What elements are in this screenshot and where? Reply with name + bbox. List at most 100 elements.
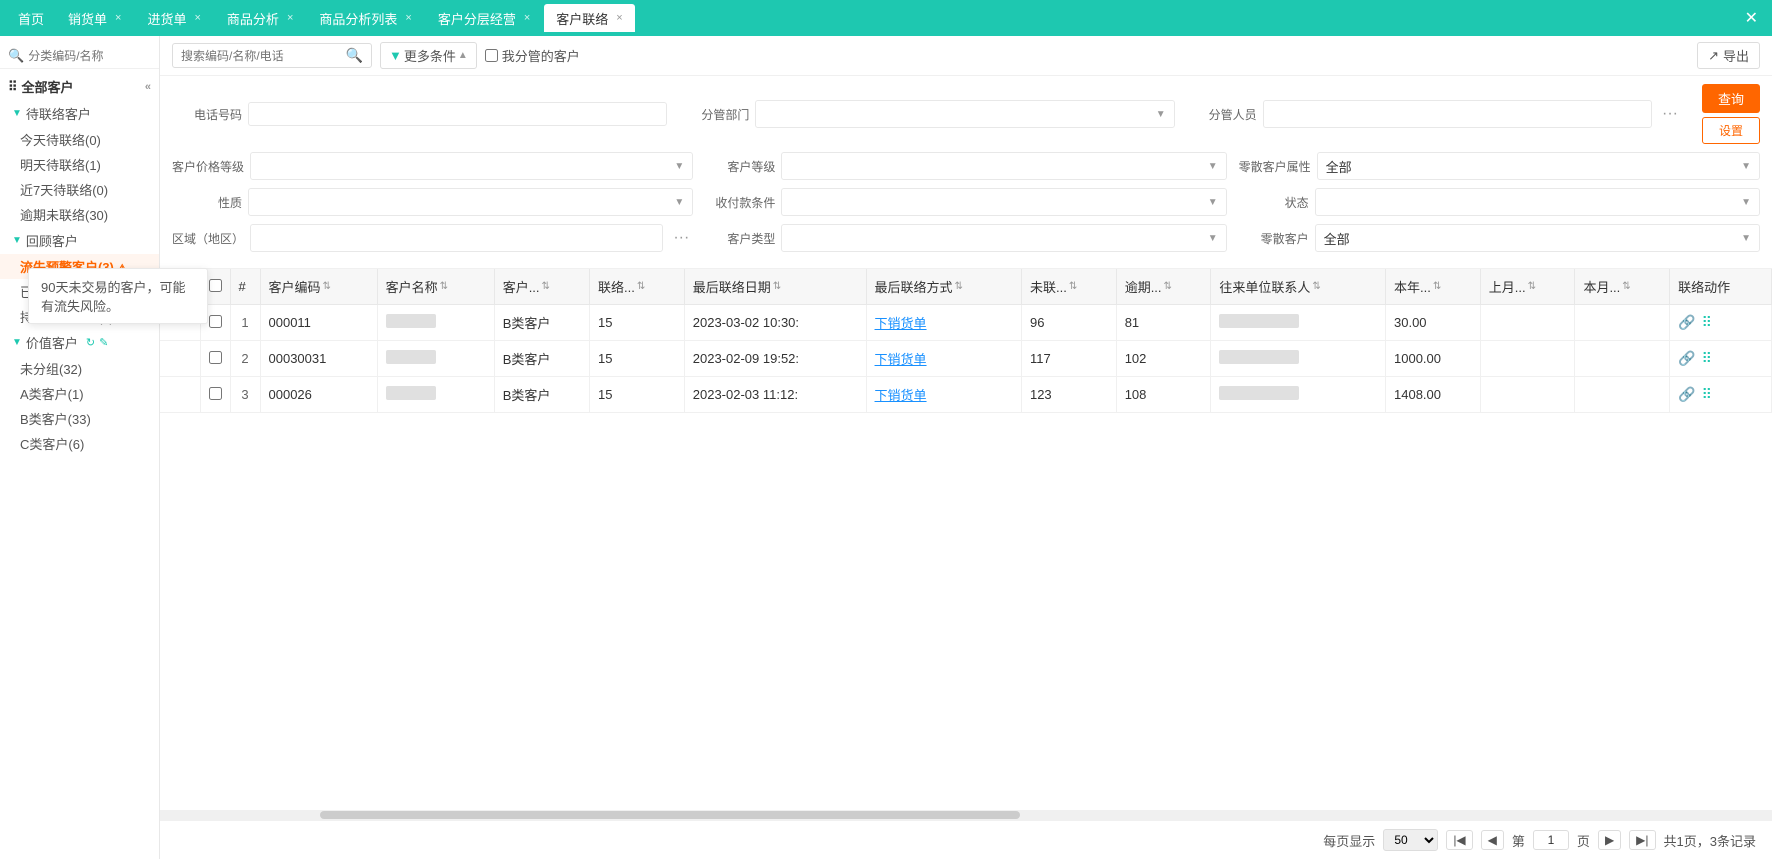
person-more-button[interactable]: ··· — [1658, 105, 1682, 123]
more-conditions-button[interactable]: ▼ 更多条件 ▲ — [380, 42, 477, 69]
dept-select[interactable]: ▼ — [755, 100, 1174, 128]
close-icon-1[interactable]: × — [194, 12, 200, 24]
my-customers-checkbox[interactable] — [485, 49, 498, 62]
customer-grade-select[interactable]: ▼ — [781, 152, 1226, 180]
th-name[interactable]: 客户名称⇅ — [377, 269, 494, 305]
status-select[interactable]: ▼ — [1315, 188, 1760, 216]
sidebar-item-a-class[interactable]: A类客户(1) — [0, 381, 159, 406]
region-label: 区域（地区） — [172, 230, 244, 247]
nav-tab-0[interactable]: 销货单 × — [56, 4, 133, 32]
price-grade-select[interactable]: ▼ — [250, 152, 693, 180]
sidebar-item-b-class[interactable]: B类客户(33) — [0, 406, 159, 431]
search-input[interactable] — [181, 49, 346, 63]
per-page-select[interactable]: 50 100 — [1383, 829, 1438, 851]
scrollbar-thumb[interactable] — [320, 811, 1020, 819]
customer-type-select[interactable]: ▼ — [781, 224, 1226, 252]
nav-home[interactable]: 首页 — [8, 9, 54, 28]
th-last-contact-date[interactable]: 最后联络日期⇅ — [684, 269, 866, 305]
window-close-button[interactable]: ✕ — [1739, 8, 1764, 28]
close-icon-2[interactable]: × — [287, 12, 293, 24]
action-menu-icon[interactable]: ⠿ — [1702, 350, 1712, 367]
th-contact[interactable]: 联络...⇅ — [590, 269, 685, 305]
close-icon-0[interactable]: × — [115, 12, 121, 24]
th-last-contact-method[interactable]: 最后联络方式⇅ — [866, 269, 1021, 305]
td-name — [377, 305, 494, 341]
search-button[interactable]: 🔍 — [346, 47, 363, 64]
sidebar-item-7days[interactable]: 近7天待联络(0) — [0, 177, 159, 202]
nav-tab-5[interactable]: 客户联络 × — [544, 4, 634, 32]
action-link-icon[interactable]: 🔗 — [1678, 350, 1695, 367]
action-link-icon[interactable]: 🔗 — [1678, 386, 1695, 403]
th-this-year[interactable]: 本年...⇅ — [1386, 269, 1481, 305]
nav-tab-4[interactable]: 客户分层经营 × — [426, 4, 542, 32]
retail-attr-arrow-icon: ▼ — [1741, 161, 1751, 172]
th-code[interactable]: 客户编码⇅ — [260, 269, 377, 305]
td-settings — [160, 341, 200, 377]
sort-icon-this-month: ⇅ — [1622, 281, 1630, 292]
nav-tab-1[interactable]: 进货单 × — [135, 4, 212, 32]
th-actions: 联络动作 — [1670, 269, 1772, 305]
th-overdue[interactable]: 逾期...⇅ — [1116, 269, 1211, 305]
dept-arrow-icon: ▼ — [1156, 109, 1166, 120]
prev-page-button[interactable]: ◀ — [1481, 830, 1504, 850]
action-link-icon[interactable]: 🔗 — [1678, 314, 1695, 331]
retail-customer-select[interactable]: 全部 ▼ — [1315, 224, 1760, 252]
retail-attr-label: 零散客户属性 — [1239, 158, 1311, 175]
filter-field-dept: 分管部门 ▼ — [679, 100, 1174, 128]
person-select[interactable] — [1263, 100, 1652, 128]
customer-table: ⚙ # 客户编码⇅ 客户名称⇅ 客户...⇅ — [160, 269, 1772, 413]
collapse-icon[interactable]: « — [145, 81, 151, 93]
method-link[interactable]: 下销货单 — [875, 352, 927, 367]
close-icon-4[interactable]: × — [524, 12, 530, 24]
close-icon-3[interactable]: × — [405, 12, 411, 24]
last-page-button[interactable]: ▶| — [1629, 830, 1655, 850]
sidebar-group-pending[interactable]: ▼ 待联络客户 — [0, 100, 159, 127]
nature-select[interactable]: ▼ — [248, 188, 693, 216]
refresh-icon[interactable]: ↻ — [86, 336, 95, 349]
th-this-month[interactable]: 本月...⇅ — [1575, 269, 1670, 305]
action-menu-icon[interactable]: ⠿ — [1702, 314, 1712, 331]
sidebar-group-value[interactable]: ▼ 价值客户 ↻ ✎ — [0, 329, 159, 356]
phone-input[interactable] — [248, 102, 667, 126]
sidebar-group-review[interactable]: ▼ 回顾客户 — [0, 227, 159, 254]
sidebar-item-today[interactable]: 今天待联络(0) — [0, 127, 159, 152]
method-link[interactable]: 下销货单 — [875, 388, 927, 403]
region-more-button[interactable]: ··· — [669, 229, 693, 247]
sidebar-item-overdue[interactable]: 逾期未联络(30) — [0, 202, 159, 227]
close-icon-5[interactable]: × — [616, 12, 622, 24]
method-link[interactable]: 下销货单 — [875, 316, 927, 331]
nav-tab-3[interactable]: 商品分析列表 × — [307, 4, 423, 32]
th-last-month[interactable]: 上月...⇅ — [1480, 269, 1575, 305]
select-all-checkbox[interactable] — [209, 279, 222, 292]
settings-button[interactable]: 设置 — [1702, 117, 1760, 144]
sort-icon-name: ⇅ — [440, 281, 448, 292]
th-not-contacted[interactable]: 未联...⇅ — [1021, 269, 1116, 305]
region-select[interactable] — [250, 224, 663, 252]
retail-attr-select[interactable]: 全部 ▼ — [1317, 152, 1760, 180]
horizontal-scrollbar[interactable] — [160, 810, 1772, 820]
sort-icon-type: ⇅ — [542, 281, 550, 292]
th-contacts-unit[interactable]: 往来单位联系人⇅ — [1211, 269, 1386, 305]
sidebar-item-c-class[interactable]: C类客户(6) — [0, 431, 159, 456]
query-button[interactable]: 查询 — [1702, 84, 1760, 113]
price-grade-label: 客户价格等级 — [172, 158, 244, 175]
sidebar-item-ungroup[interactable]: 未分组(32) — [0, 356, 159, 381]
nav-tab-2[interactable]: 商品分析 × — [215, 4, 305, 32]
row-checkbox[interactable] — [209, 387, 222, 400]
export-button[interactable]: ↗ 导出 — [1697, 42, 1760, 69]
sidebar-item-tomorrow[interactable]: 明天待联络(1) — [0, 152, 159, 177]
filter-row-3: 性质 ▼ 收付款条件 ▼ 状态 ▼ — [172, 188, 1760, 216]
td-index: 3 — [230, 377, 260, 413]
page-number-input[interactable] — [1533, 830, 1569, 850]
sidebar-all-customers[interactable]: ⠿ 全部客户 « — [0, 73, 159, 100]
filter-row-2: 客户价格等级 ▼ 客户等级 ▼ 零散客户属性 全部 ▼ — [172, 152, 1760, 180]
action-menu-icon[interactable]: ⠿ — [1702, 386, 1712, 403]
next-page-button[interactable]: ▶ — [1598, 830, 1621, 850]
row-checkbox[interactable] — [209, 351, 222, 364]
first-page-button[interactable]: |◀ — [1446, 830, 1472, 850]
sidebar-search-input[interactable] — [28, 49, 151, 63]
edit-icon[interactable]: ✎ — [99, 336, 108, 349]
payment-select[interactable]: ▼ — [781, 188, 1226, 216]
th-type[interactable]: 客户...⇅ — [494, 269, 589, 305]
row-checkbox[interactable] — [209, 315, 222, 328]
